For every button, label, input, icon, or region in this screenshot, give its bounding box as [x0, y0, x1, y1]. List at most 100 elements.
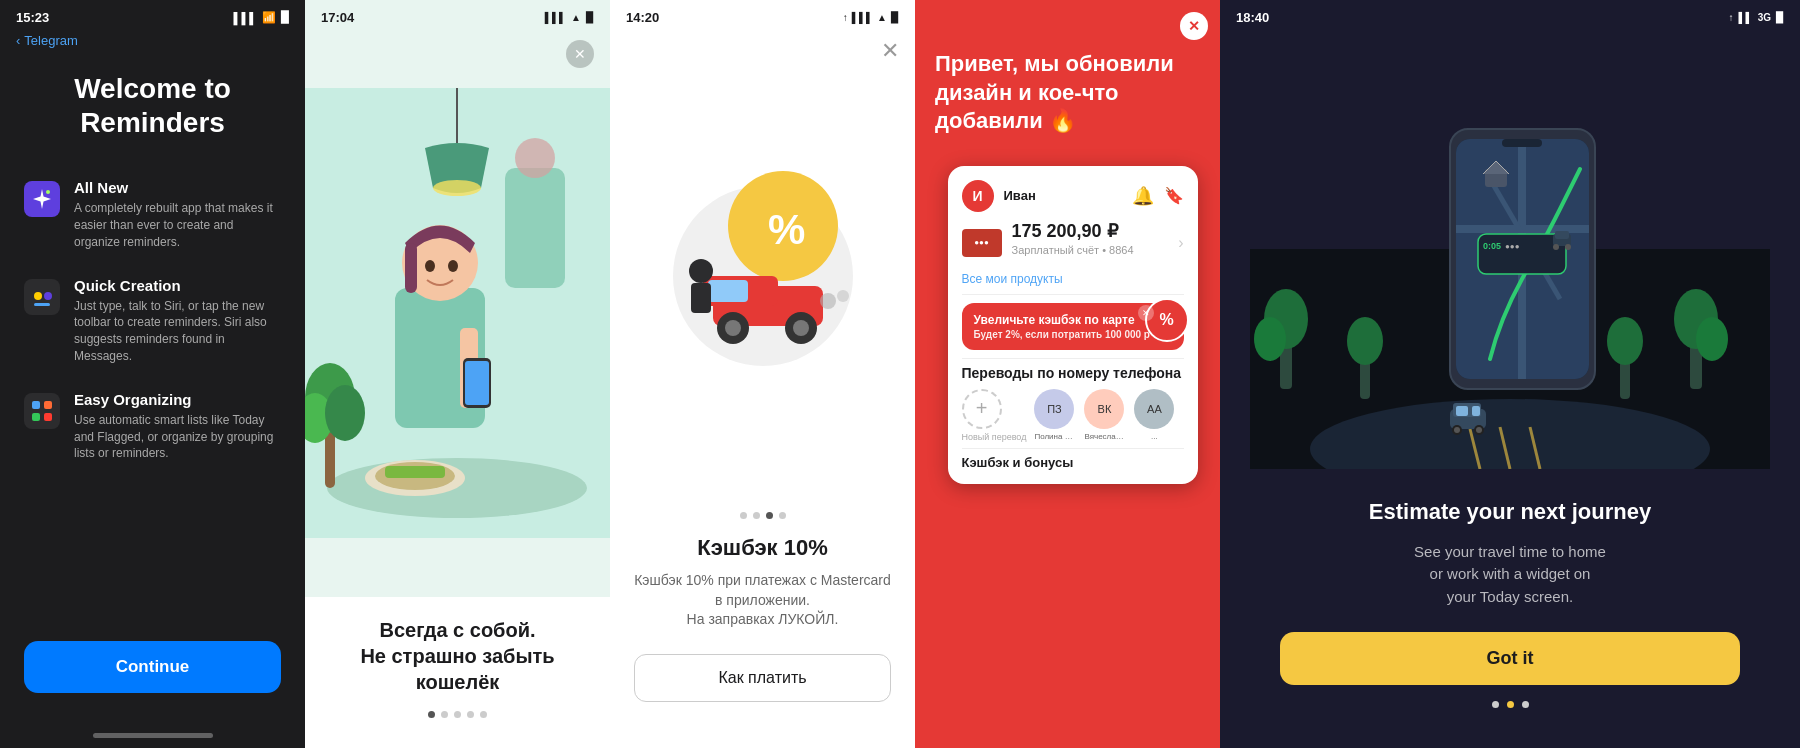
svg-point-31: [325, 385, 365, 441]
svg-rect-75: [1502, 139, 1542, 147]
status-bar-3: 14:20 ↑ ▌▌▌ ▲ ▉: [610, 0, 915, 29]
dot-2: [441, 711, 448, 718]
chevron-right-icon: ›: [1178, 234, 1183, 252]
svg-text:●●●: ●●●: [1505, 242, 1520, 251]
wifi-icon-3: ▲: [877, 12, 887, 23]
how-to-pay-button[interactable]: Как платить: [634, 654, 891, 702]
journey-title: Estimate your next journey: [1280, 499, 1740, 525]
svg-rect-67: [1478, 234, 1566, 274]
feature-all-new: All New A completely rebuilt app that ma…: [24, 179, 281, 250]
dot-5: [480, 711, 487, 718]
cdot-4: [779, 512, 786, 519]
svg-point-74: [1565, 244, 1571, 250]
svg-text:%: %: [768, 206, 805, 253]
svg-text:0:05: 0:05: [1483, 241, 1501, 251]
jdot-3: [1522, 701, 1529, 708]
time-3: 14:20: [626, 10, 659, 25]
siri-icon: [24, 279, 60, 315]
time-1: 15:23: [16, 10, 49, 25]
account-label: Зарплатный счёт • 8864: [1012, 244, 1134, 256]
add-transfer-btn[interactable]: + Новый перевод: [962, 389, 1027, 442]
screen-wallet: 17:04 ▌▌▌ ▲ ▉ ✕: [305, 0, 610, 748]
products-link[interactable]: Все мои продукты: [962, 272, 1184, 286]
svg-rect-8: [44, 401, 52, 409]
bank-user-name: Иван: [1004, 188, 1036, 203]
svg-point-55: [1347, 317, 1383, 365]
feature-all-new-desc: A completely rebuilt app that makes it e…: [74, 200, 281, 250]
status-icons-1: ▌▌▌ 📶 ▉: [234, 11, 289, 24]
card-divider-3: [962, 448, 1184, 449]
svg-rect-27: [385, 466, 445, 478]
svg-point-41: [793, 320, 809, 336]
got-it-button[interactable]: Got it: [1280, 632, 1740, 685]
cashback-bottom: Кэшбэк 10% Кэшбэк 10% при платежах с Mas…: [610, 502, 915, 748]
contact-polina[interactable]: ПЗ Полина Зукова: [1034, 389, 1076, 442]
svg-rect-2: [24, 279, 60, 315]
banner-close-icon[interactable]: ✕: [1138, 305, 1154, 321]
back-button-1[interactable]: ‹ Telegram: [0, 29, 305, 52]
contact-viachaslau[interactable]: ВК Вячеслав Кириллов: [1084, 389, 1126, 442]
sparkle-icon: [24, 181, 60, 217]
svg-point-3: [34, 292, 42, 300]
svg-rect-43: [691, 283, 711, 313]
feature-quick-creation-text: Quick Creation Just type, talk to Siri, …: [74, 277, 281, 365]
transfer-title: Переводы по номеру телефона: [962, 365, 1184, 381]
feature-all-new-title: All New: [74, 179, 281, 196]
feature-easy-organizing-title: Easy Organizing: [74, 391, 281, 408]
svg-point-81: [1454, 427, 1460, 433]
cashback-section-title: Кэшбэк и бонусы: [962, 455, 1184, 470]
feature-easy-organizing: Easy Organizing Use automatic smart list…: [24, 391, 281, 462]
svg-point-42: [689, 259, 713, 283]
bank-card: И Иван 🔔 🔖 ●●● 175 200,90 ₽ Зарплатный с…: [948, 166, 1198, 484]
cashback-title: Кэшбэк 10%: [634, 535, 891, 561]
svg-point-1: [46, 190, 50, 194]
cdot-1: [740, 512, 747, 519]
svg-point-60: [1607, 317, 1643, 365]
card-divider: [962, 294, 1184, 295]
close-button-4[interactable]: ✕: [1180, 12, 1208, 40]
organize-icon: [24, 393, 60, 429]
battery-icon-2: ▉: [586, 12, 594, 23]
time-5: 18:40: [1236, 10, 1269, 25]
svg-rect-10: [44, 413, 52, 421]
cashback-illustration: %: [610, 29, 915, 502]
svg-rect-24: [465, 361, 489, 405]
svg-rect-79: [1472, 406, 1480, 416]
dot-1: [428, 711, 435, 718]
svg-rect-37: [708, 280, 748, 302]
feature-all-new-text: All New A completely rebuilt app that ma…: [74, 179, 281, 250]
home-indicator-1: [93, 733, 213, 738]
bell-icon: 🔔: [1132, 185, 1154, 207]
location-icon-5: ↑: [1728, 12, 1733, 23]
status-bar-2: 17:04 ▌▌▌ ▲ ▉: [305, 0, 610, 29]
feature-quick-creation: Quick Creation Just type, talk to Siri, …: [24, 277, 281, 365]
svg-point-53: [1254, 317, 1286, 361]
screen1-title: Welcome to Reminders: [0, 52, 305, 169]
cdot-2: [753, 512, 760, 519]
continue-button[interactable]: Continue: [24, 641, 281, 693]
svg-point-45: [837, 290, 849, 302]
feature-quick-creation-desc: Just type, talk to Siri, or tap the new …: [74, 298, 281, 365]
signal-icon-5: ▌▌: [1738, 12, 1752, 23]
wallet-tagline: Всегда с собой. Не страшно забыть кошелё…: [325, 617, 590, 695]
close-button-3[interactable]: ✕: [881, 38, 899, 64]
svg-rect-7: [32, 401, 40, 409]
status-icons-2: ▌▌▌ ▲ ▉: [545, 12, 594, 23]
feature-easy-organizing-text: Easy Organizing Use automatic smart list…: [74, 391, 281, 462]
time-2: 17:04: [321, 10, 354, 25]
svg-point-20: [425, 260, 435, 272]
battery-icon-5: ▉: [1776, 12, 1784, 23]
svg-rect-78: [1456, 406, 1468, 416]
wifi-icon-1: 📶: [262, 11, 276, 24]
jdot-2: [1507, 701, 1514, 708]
wallet-dots: [325, 711, 590, 718]
battery-icon-1: ▉: [281, 11, 289, 24]
contact-extra[interactable]: АА ...: [1134, 389, 1174, 442]
close-button-2[interactable]: ✕: [566, 40, 594, 68]
cashback-dots: [634, 512, 891, 519]
journey-dots: [1280, 701, 1740, 708]
svg-point-73: [1553, 244, 1559, 250]
cashback-desc: Кэшбэк 10% при платежах с Mastercard в п…: [634, 571, 891, 630]
dot-3: [454, 711, 461, 718]
svg-point-83: [1476, 427, 1482, 433]
